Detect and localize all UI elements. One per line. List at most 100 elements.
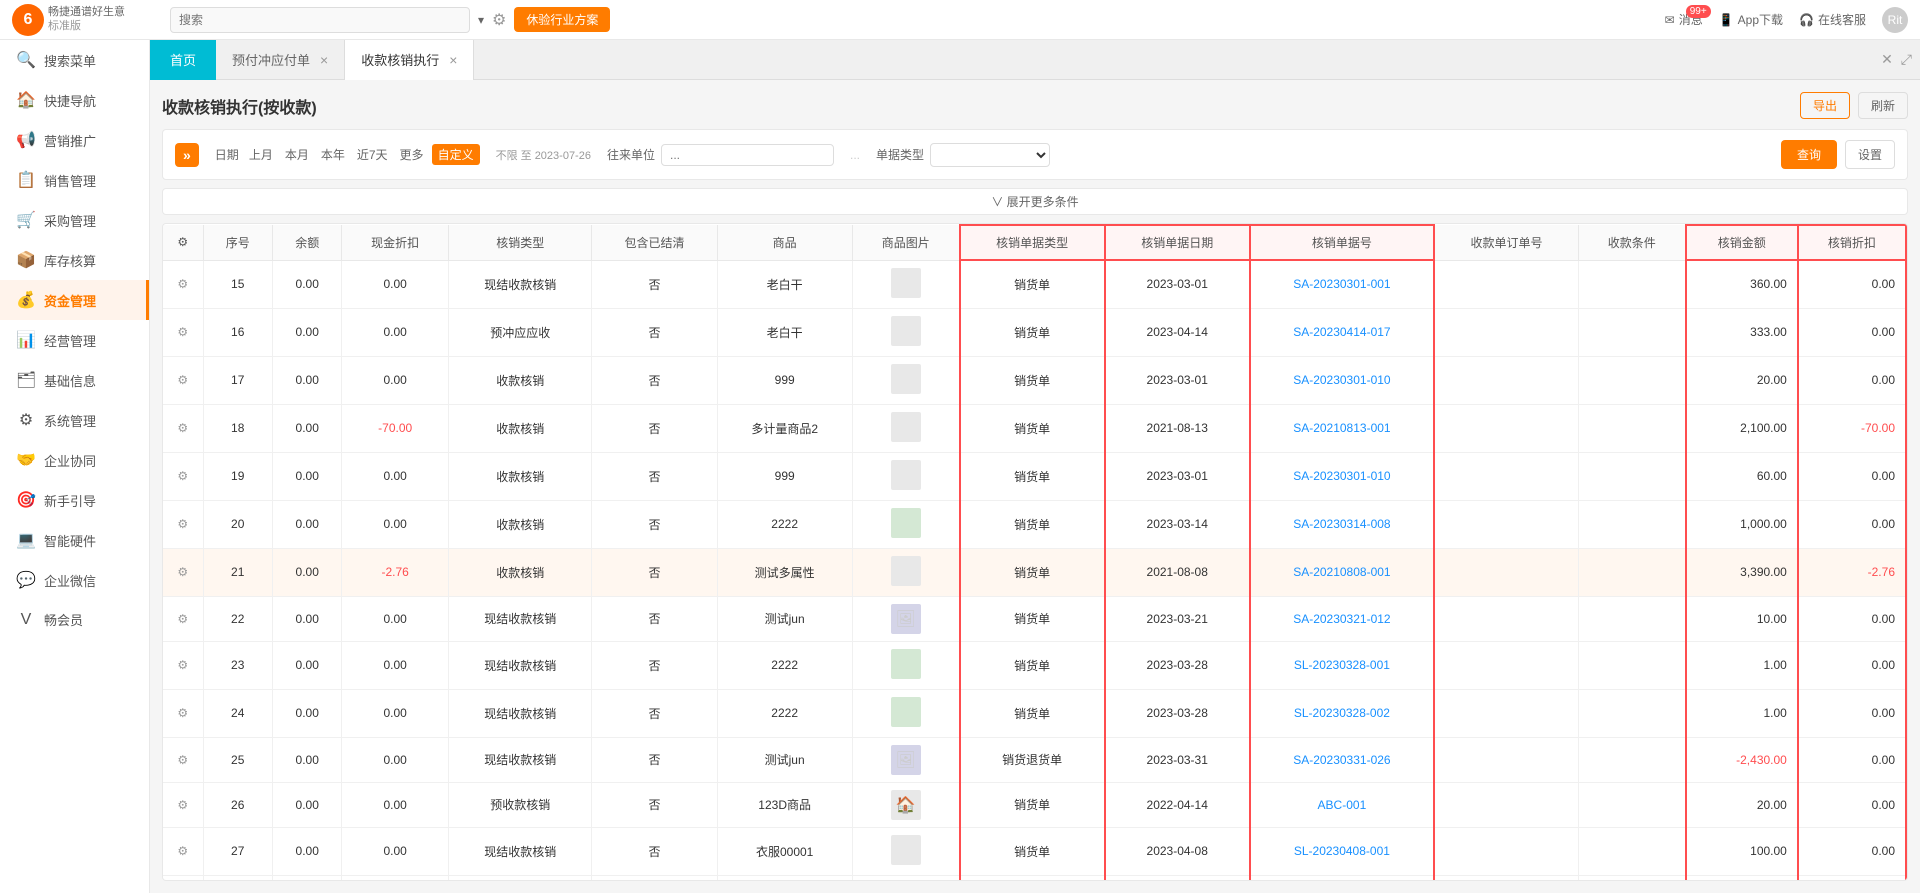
tab-home[interactable]: 首页: [150, 40, 216, 80]
date-btn-last-month[interactable]: 上月: [245, 144, 277, 165]
row-cancel-order-type: 销货单: [960, 308, 1105, 356]
sidebar-item-search[interactable]: 🔍 搜索菜单: [0, 40, 149, 80]
row-cancel-no[interactable]: SA-20230314-008: [1250, 500, 1434, 548]
date-btn-7days[interactable]: 近7天: [353, 144, 392, 165]
gear-button[interactable]: ⚙: [492, 10, 506, 30]
row-cancel-no[interactable]: SA-20230301-010: [1250, 356, 1434, 404]
row-settings[interactable]: ⚙: [163, 737, 203, 782]
notification-item[interactable]: ✉ 消息 99+: [1665, 11, 1703, 28]
cancel-no-link[interactable]: SA-20230301-010: [1293, 469, 1390, 483]
row-settings[interactable]: ⚙: [163, 827, 203, 875]
page-actions: 导出 刷新: [1800, 92, 1908, 119]
date-btn-this-month[interactable]: 本月: [281, 144, 313, 165]
row-settings[interactable]: ⚙: [163, 452, 203, 500]
query-button[interactable]: 查询: [1781, 140, 1837, 169]
row-settings[interactable]: ⚙: [163, 356, 203, 404]
sidebar-item-purchase[interactable]: 🛒 采购管理: [0, 200, 149, 240]
sidebar-item-system[interactable]: ⚙ 系统管理: [0, 400, 149, 440]
row-cancel-order-type: 销货单: [960, 500, 1105, 548]
sidebar-item-operations[interactable]: 📊 经营管理: [0, 320, 149, 360]
sidebar-item-sales[interactable]: 📋 销售管理: [0, 160, 149, 200]
row-settings[interactable]: ⚙: [163, 875, 203, 881]
row-cancel-no[interactable]: SA-20230331-026: [1250, 737, 1434, 782]
tab-expand-icon[interactable]: ⤢: [1901, 51, 1912, 68]
avatar[interactable]: Rit: [1882, 7, 1908, 33]
cancel-no-link[interactable]: SA-20230414-017: [1293, 325, 1390, 339]
row-settings[interactable]: ⚙: [163, 641, 203, 689]
app-download-item[interactable]: 📱 App下载: [1719, 11, 1783, 28]
search-input[interactable]: [170, 7, 470, 33]
row-goods-image: [852, 548, 959, 596]
cancel-no-link[interactable]: SL-20230328-002: [1294, 706, 1390, 720]
refresh-button[interactable]: 刷新: [1858, 92, 1908, 119]
table-row: ⚙ 26 0.00 0.00 预收款核销 否 123D商品 🏠 销货单 2022…: [163, 782, 1906, 827]
online-service-item[interactable]: 🎧 在线客服: [1799, 11, 1866, 28]
row-cancel-no[interactable]: SL-20230418-001: [1250, 875, 1434, 881]
col-receipt-order-no-header: 收款单订单号: [1434, 225, 1578, 260]
row-receipt-cond: [1578, 782, 1685, 827]
row-settings[interactable]: ⚙: [163, 782, 203, 827]
order-type-select[interactable]: [930, 143, 1050, 167]
sidebar-item-hardware[interactable]: 💻 智能硬件: [0, 520, 149, 560]
cancel-no-link[interactable]: SA-20230314-008: [1293, 517, 1390, 531]
expand-more-bar[interactable]: ∨ 展开更多条件: [162, 188, 1908, 215]
row-cancel-discount: 0.00: [1798, 452, 1906, 500]
row-cancel-no[interactable]: SA-20210813-001: [1250, 404, 1434, 452]
export-button[interactable]: 导出: [1800, 92, 1850, 119]
row-cancel-no[interactable]: ABC-001: [1250, 782, 1434, 827]
cancel-no-link[interactable]: SA-20230321-012: [1293, 612, 1390, 626]
row-settings[interactable]: ⚙: [163, 404, 203, 452]
row-cancel-discount: 0.00: [1798, 782, 1906, 827]
row-settings[interactable]: ⚙: [163, 689, 203, 737]
row-cancel-no[interactable]: SA-20230414-017: [1250, 308, 1434, 356]
tab-collection-close[interactable]: ×: [449, 52, 457, 68]
sidebar-item-inventory[interactable]: 📦 库存核算: [0, 240, 149, 280]
row-cancel-order-type: 销货单: [960, 689, 1105, 737]
row-cancel-amount: 2,100.00: [1686, 404, 1798, 452]
sidebar-item-wechat[interactable]: 💬 企业微信: [0, 560, 149, 600]
date-btn-custom[interactable]: 自定义: [432, 144, 480, 165]
cancel-no-link[interactable]: SL-20230328-001: [1294, 658, 1390, 672]
sidebar-item-member[interactable]: V 畅会员: [0, 600, 149, 639]
from-unit-input[interactable]: [661, 144, 834, 166]
sidebar-item-guide[interactable]: 🎯 新手引导: [0, 480, 149, 520]
sidebar-item-basicinfo[interactable]: 🗂 基础信息: [0, 360, 149, 400]
cancel-no-link[interactable]: SA-20230301-010: [1293, 373, 1390, 387]
tab-prepay[interactable]: 预付冲应付单 ×: [216, 40, 345, 80]
row-settings[interactable]: ⚙: [163, 596, 203, 641]
row-cancel-no[interactable]: SL-20230328-002: [1250, 689, 1434, 737]
sidebar-item-enterprise[interactable]: 🤝 企业协同: [0, 440, 149, 480]
row-cancel-no[interactable]: SA-20210808-001: [1250, 548, 1434, 596]
cancel-no-link[interactable]: SA-20230301-001: [1293, 277, 1390, 291]
row-cancel-no[interactable]: SL-20230328-001: [1250, 641, 1434, 689]
query-actions: 查询 设置: [1781, 140, 1895, 169]
col-settings-header[interactable]: ⚙: [163, 225, 203, 260]
row-cancel-no[interactable]: SL-20230408-001: [1250, 827, 1434, 875]
cancel-no-link[interactable]: SA-20210808-001: [1293, 565, 1390, 579]
cancel-no-link[interactable]: SA-20230331-026: [1293, 753, 1390, 767]
cancel-no-link[interactable]: SA-20210813-001: [1293, 421, 1390, 435]
filter-expand-button[interactable]: »: [175, 143, 199, 167]
tab-close-all-icon[interactable]: ✕: [1881, 51, 1893, 68]
date-btn-more[interactable]: 更多: [396, 144, 428, 165]
tab-prepay-close[interactable]: ×: [320, 52, 328, 68]
tab-collection[interactable]: 收款核销执行 ×: [345, 40, 474, 80]
cancel-no-link[interactable]: ABC-001: [1318, 798, 1367, 812]
goods-image-thumb: [891, 364, 921, 394]
dropdown-button[interactable]: ▾: [478, 13, 484, 27]
row-settings[interactable]: ⚙: [163, 548, 203, 596]
row-cancel-no[interactable]: SA-20230301-010: [1250, 452, 1434, 500]
sidebar-item-marketing[interactable]: 📢 营销推广: [0, 120, 149, 160]
row-cash-discount: 0.00: [342, 782, 449, 827]
row-settings[interactable]: ⚙: [163, 260, 203, 308]
industry-button[interactable]: 休验行业方案: [514, 7, 610, 32]
date-btn-this-year[interactable]: 本年: [317, 144, 349, 165]
row-settings[interactable]: ⚙: [163, 308, 203, 356]
sidebar-item-finance[interactable]: 💰 资金管理: [0, 280, 149, 320]
row-cancel-no[interactable]: SA-20230321-012: [1250, 596, 1434, 641]
row-cancel-no[interactable]: SA-20230301-001: [1250, 260, 1434, 308]
cancel-no-link[interactable]: SL-20230408-001: [1294, 844, 1390, 858]
sidebar-item-quicknav[interactable]: 🏠 快捷导航: [0, 80, 149, 120]
row-settings[interactable]: ⚙: [163, 500, 203, 548]
setting-button[interactable]: 设置: [1845, 140, 1895, 169]
